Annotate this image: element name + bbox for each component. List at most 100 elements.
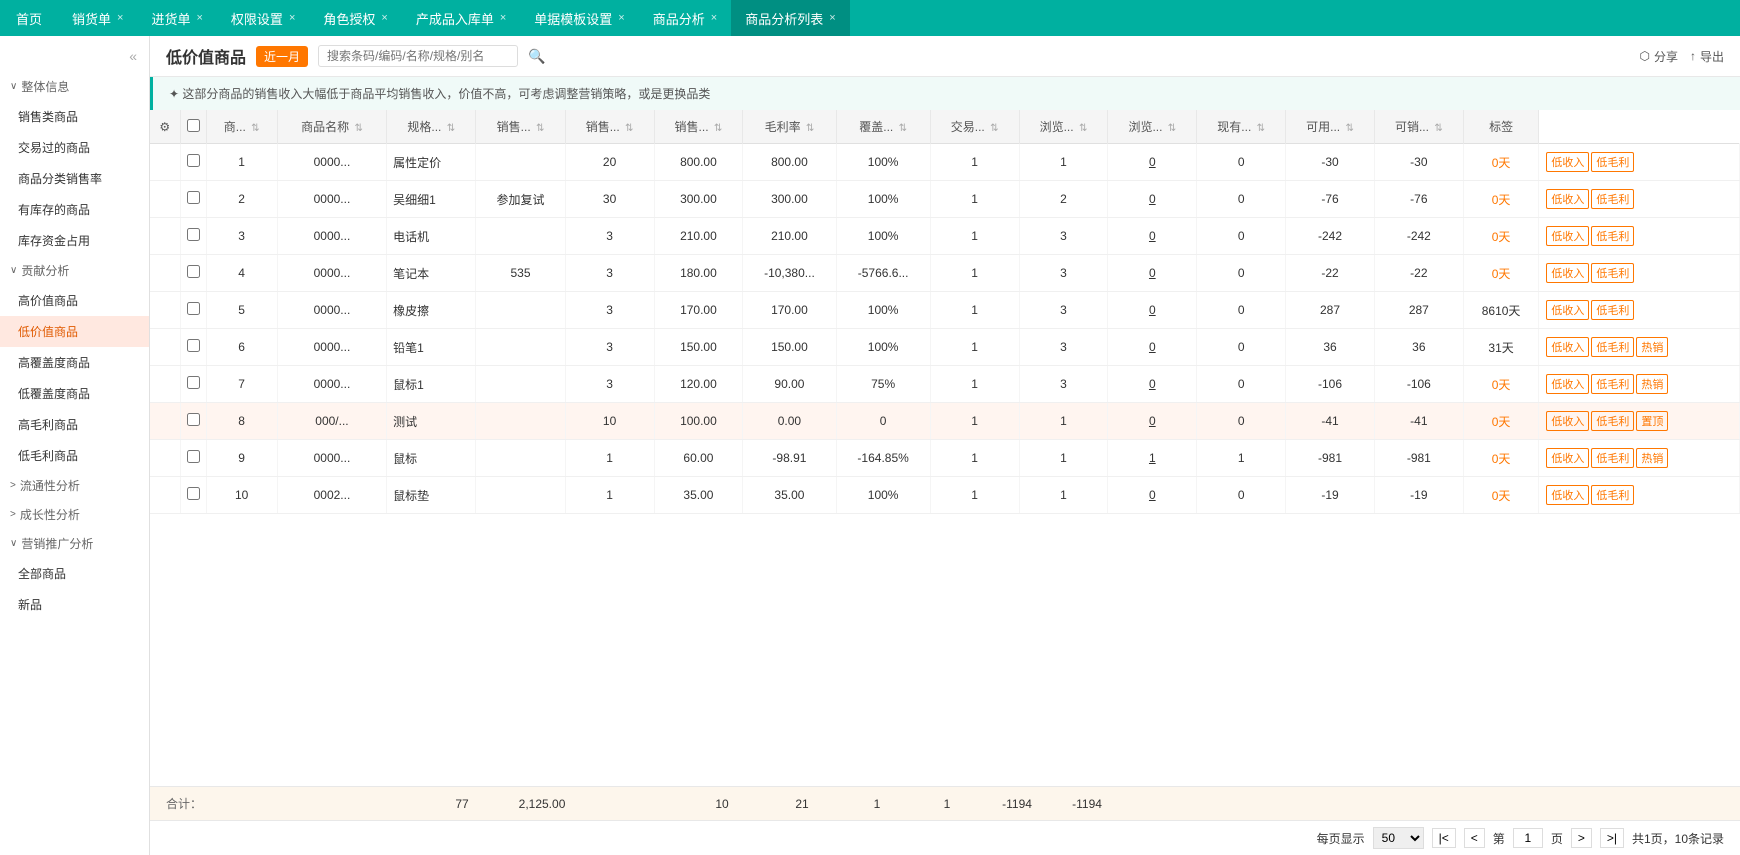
per-page-select[interactable]: 50 100 200 xyxy=(1373,827,1424,849)
prev-page-btn[interactable]: < xyxy=(1464,828,1485,848)
footer-available: -1194 xyxy=(1052,797,1122,811)
row-checkbox[interactable] xyxy=(187,413,200,426)
select-all-checkbox[interactable] xyxy=(187,119,200,132)
nav-item-purchase[interactable]: 进货单 × xyxy=(137,0,216,36)
close-icon[interactable]: × xyxy=(500,12,506,24)
nav-item-analysis-list[interactable]: 商品分析列表 × xyxy=(731,0,849,36)
cell-browse1[interactable]: 0 xyxy=(1108,292,1197,329)
row-checkbox[interactable] xyxy=(187,191,200,204)
close-icon[interactable]: × xyxy=(117,12,123,24)
row-checkbox[interactable] xyxy=(187,487,200,500)
row-checkbox[interactable] xyxy=(187,376,200,389)
sidebar-item-low-margin[interactable]: 低毛利商品 xyxy=(0,440,149,471)
row-checkbox[interactable] xyxy=(187,450,200,463)
close-icon[interactable]: × xyxy=(196,12,202,24)
cell-browse1[interactable]: 0 xyxy=(1108,366,1197,403)
row-checkbox[interactable] xyxy=(187,265,200,278)
cell-available: -19 xyxy=(1374,477,1463,514)
sidebar-item-stock-capital[interactable]: 库存资金占用 xyxy=(0,225,149,256)
sidebar-item-sales-goods[interactable]: 销售类商品 xyxy=(0,101,149,132)
sidebar-collapse-btn[interactable]: « xyxy=(125,44,141,68)
close-icon[interactable]: × xyxy=(618,12,624,24)
close-icon[interactable]: × xyxy=(829,12,835,24)
cell-checkbox[interactable] xyxy=(180,477,206,514)
tag-badge: 低收入 xyxy=(1546,337,1589,357)
search-input[interactable] xyxy=(318,45,518,67)
cell-num: 7 xyxy=(206,366,277,403)
time-filter-button[interactable]: 近一月 xyxy=(256,46,308,67)
cell-coverage: 1 xyxy=(930,366,1019,403)
cell-checkbox[interactable] xyxy=(180,440,206,477)
cell-code: 000/... xyxy=(277,403,386,440)
cell-sales-qty: 3 xyxy=(565,292,654,329)
cell-browse1[interactable]: 0 xyxy=(1108,477,1197,514)
sidebar-item-category-rate[interactable]: 商品分类销售率 xyxy=(0,163,149,194)
cell-browse1[interactable]: 0 xyxy=(1108,255,1197,292)
cell-browse1[interactable]: 0 xyxy=(1108,218,1197,255)
row-checkbox[interactable] xyxy=(187,154,200,167)
col-checkbox[interactable] xyxy=(180,110,206,144)
sidebar-item-all-goods[interactable]: 全部商品 xyxy=(0,558,149,589)
sidebar-item-high-value[interactable]: 高价值商品 xyxy=(0,285,149,316)
share-button[interactable]: ⬡ 分享 xyxy=(1639,48,1678,65)
cell-browse1[interactable]: 0 xyxy=(1108,144,1197,181)
page-number-input[interactable] xyxy=(1513,828,1543,848)
sidebar-item-traded-goods[interactable]: 交易过的商品 xyxy=(0,132,149,163)
nav-home[interactable]: 首页 xyxy=(0,0,58,36)
sidebar-section-contribution[interactable]: ∨ 贡献分析 xyxy=(0,256,149,285)
table-body: 10000... 属性定价 20 800.00 800.00 100% 1 1 … xyxy=(150,144,1740,514)
cell-name: 鼠标 xyxy=(387,440,476,477)
row-checkbox[interactable] xyxy=(187,339,200,352)
nav-item-sales[interactable]: 销货单 × xyxy=(58,0,137,36)
sidebar-item-high-coverage[interactable]: 高覆盖度商品 xyxy=(0,347,149,378)
col-settings[interactable]: ⚙ xyxy=(150,110,180,144)
cell-browse1[interactable]: 0 xyxy=(1108,181,1197,218)
nav-item-analysis[interactable]: 商品分析 × xyxy=(639,0,731,36)
sidebar-section-overall[interactable]: ∨ 整体信息 xyxy=(0,72,149,101)
export-button[interactable]: ↑ 导出 xyxy=(1690,48,1724,65)
col-gross-rate: 毛利率 ⇅ xyxy=(743,110,836,144)
next-page-btn[interactable]: > xyxy=(1571,828,1592,848)
cell-settings xyxy=(150,366,180,403)
close-icon[interactable]: × xyxy=(381,12,387,24)
table-wrapper: ⚙ 商... ⇅ 商品名称 ⇅ 规格... ⇅ 销售... ⇅ 销售... ⇅ … xyxy=(150,110,1740,786)
search-icon[interactable]: 🔍 xyxy=(528,48,545,65)
nav-item-permission[interactable]: 权限设置 × xyxy=(217,0,309,36)
last-page-btn[interactable]: >| xyxy=(1600,828,1624,848)
cell-checkbox[interactable] xyxy=(180,181,206,218)
close-icon[interactable]: × xyxy=(711,12,717,24)
cell-checkbox[interactable] xyxy=(180,403,206,440)
first-page-btn[interactable]: |< xyxy=(1432,828,1456,848)
cell-checkbox[interactable] xyxy=(180,366,206,403)
cell-name: 吴细细1 xyxy=(387,181,476,218)
sidebar-item-new-goods[interactable]: 新品 xyxy=(0,589,149,620)
sidebar-section-marketing[interactable]: ∨ 营销推广分析 xyxy=(0,529,149,558)
sidebar-item-low-value[interactable]: 低价值商品 xyxy=(0,316,149,347)
sidebar-item-high-margin[interactable]: 高毛利商品 xyxy=(0,409,149,440)
cell-browse1[interactable]: 0 xyxy=(1108,403,1197,440)
cell-browse1[interactable]: 1 xyxy=(1108,440,1197,477)
row-checkbox[interactable] xyxy=(187,302,200,315)
cell-settings xyxy=(150,329,180,366)
cell-checkbox[interactable] xyxy=(180,144,206,181)
sidebar-section-liquidity[interactable]: > 流通性分析 xyxy=(0,471,149,500)
sidebar-section-growth[interactable]: > 成长性分析 xyxy=(0,500,149,529)
cell-checkbox[interactable] xyxy=(180,292,206,329)
nav-item-warehouse[interactable]: 产成品入库单 × xyxy=(402,0,520,36)
sidebar-item-stock-goods[interactable]: 有库存的商品 xyxy=(0,194,149,225)
sidebar-item-low-coverage[interactable]: 低覆盖度商品 xyxy=(0,378,149,409)
cell-sales-qty: 20 xyxy=(565,144,654,181)
close-icon[interactable]: × xyxy=(289,12,295,24)
nav-item-role[interactable]: 角色授权 × xyxy=(309,0,401,36)
cell-sales-amount: 60.00 xyxy=(654,440,743,477)
cell-coverage: 1 xyxy=(930,403,1019,440)
cell-saleable: 0天 xyxy=(1463,144,1539,181)
cell-trade: 1 xyxy=(1019,403,1108,440)
cell-browse1[interactable]: 0 xyxy=(1108,329,1197,366)
nav-item-template[interactable]: 单据模板设置 × xyxy=(520,0,638,36)
row-checkbox[interactable] xyxy=(187,228,200,241)
section-title: 流通性分析 xyxy=(20,477,80,494)
cell-checkbox[interactable] xyxy=(180,218,206,255)
cell-checkbox[interactable] xyxy=(180,255,206,292)
cell-checkbox[interactable] xyxy=(180,329,206,366)
